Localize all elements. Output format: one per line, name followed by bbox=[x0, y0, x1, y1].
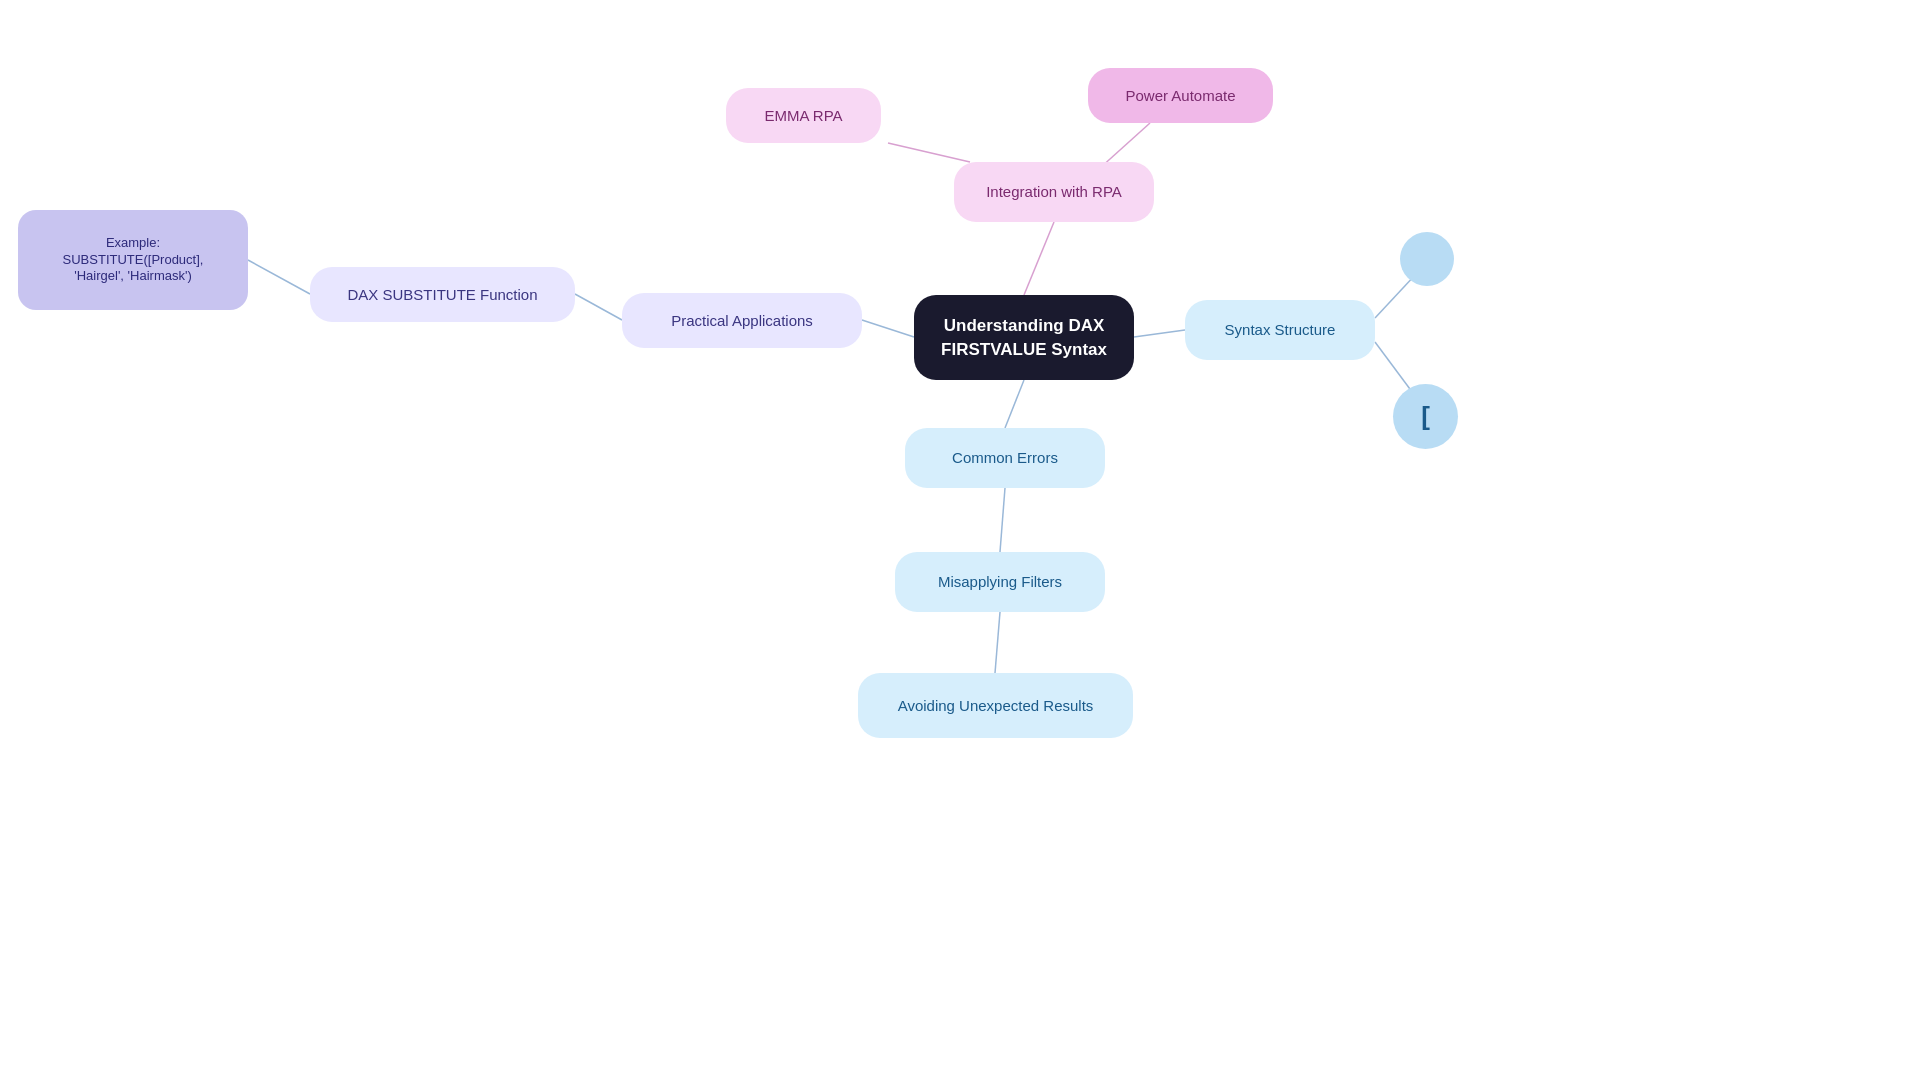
practical-applications-node: Practical Applications bbox=[622, 293, 862, 348]
svg-line-0 bbox=[248, 260, 310, 294]
understanding-dax-node: Understanding DAX FIRSTVALUE Syntax bbox=[914, 295, 1134, 380]
svg-line-4 bbox=[888, 143, 970, 162]
syntax-structure-node: Syntax Structure bbox=[1185, 300, 1375, 360]
svg-line-11 bbox=[995, 612, 1000, 673]
integration-rpa-node: Integration with RPA bbox=[954, 162, 1154, 222]
emma-rpa-node: EMMA RPA bbox=[726, 88, 881, 143]
svg-line-3 bbox=[1024, 222, 1054, 295]
svg-line-10 bbox=[1000, 488, 1005, 552]
dax-substitute-node: DAX SUBSTITUTE Function bbox=[310, 267, 575, 322]
small-circle-top-node bbox=[1400, 232, 1454, 286]
common-errors-node: Common Errors bbox=[905, 428, 1105, 488]
avoiding-unexpected-node: Avoiding Unexpected Results bbox=[858, 673, 1133, 738]
bracket-node: [ bbox=[1393, 384, 1458, 449]
misapplying-filters-node: Misapplying Filters bbox=[895, 552, 1105, 612]
svg-line-9 bbox=[1005, 380, 1024, 428]
svg-line-2 bbox=[862, 320, 914, 337]
power-automate-node: Power Automate bbox=[1088, 68, 1273, 123]
svg-line-6 bbox=[1134, 330, 1185, 337]
example-node: Example: SUBSTITUTE([Product], 'Hairgel'… bbox=[18, 210, 248, 310]
connections-layer bbox=[0, 0, 1920, 1083]
svg-line-1 bbox=[575, 294, 622, 320]
